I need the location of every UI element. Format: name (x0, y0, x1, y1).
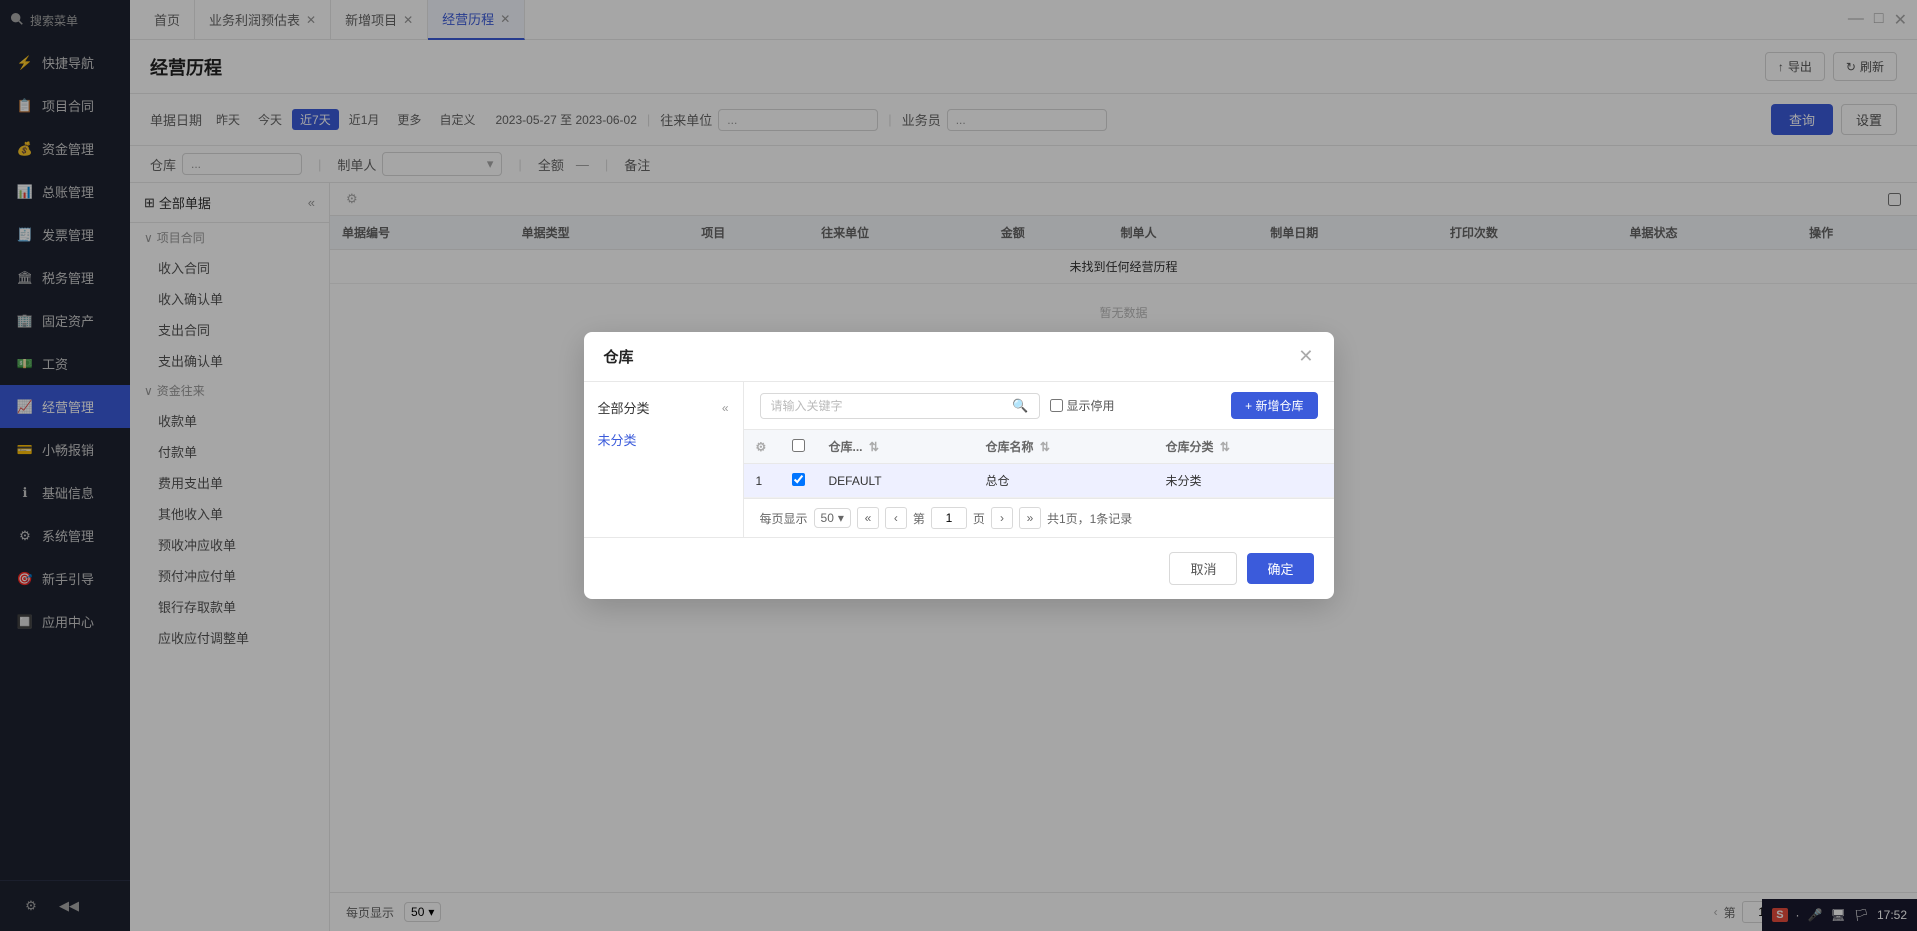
modal-first-btn[interactable]: « (857, 507, 879, 529)
cancel-button[interactable]: 取消 (1169, 552, 1237, 585)
sort-category-icon[interactable]: ⇅ (1220, 440, 1230, 454)
modal-sidebar-uncategorized[interactable]: 未分类 (584, 423, 743, 456)
modal-title: 仓库 (604, 346, 634, 367)
modal-header: 仓库 ✕ (584, 332, 1334, 382)
show-disabled-checkbox[interactable] (1050, 399, 1063, 412)
sort-name-icon[interactable]: ⇅ (1040, 440, 1050, 454)
col-check (780, 430, 817, 464)
modal-table-container: ⚙ 仓库... ⇅ 仓库名称 (744, 430, 1334, 498)
modal-toolbar: 🔍 显示停用 + 新增仓库 (744, 382, 1334, 430)
row-name: 总仓 (974, 464, 1154, 498)
modal-close-button[interactable]: ✕ (1298, 346, 1313, 367)
modal-search-box[interactable]: 🔍 (760, 393, 1040, 419)
modal-page-suffix: 页 (973, 510, 985, 527)
col-warehouse-name: 仓库名称 ⇅ (974, 430, 1154, 464)
modal-main: 🔍 显示停用 + 新增仓库 ⚙ (744, 382, 1334, 537)
modal-sidebar: 全部分类 « 未分类 (584, 382, 744, 537)
modal-page-size-select[interactable]: 50 ▾ (814, 508, 851, 528)
modal-page-word: 第 (913, 510, 925, 527)
modal-next-btn[interactable]: › (991, 507, 1013, 529)
row-checkbox-cell (780, 464, 817, 498)
add-warehouse-button[interactable]: + 新增仓库 (1231, 392, 1317, 419)
modal-page-input[interactable] (931, 507, 967, 529)
all-category-label: 全部分类 (598, 398, 650, 417)
modal-search-icon: 🔍 (1012, 398, 1028, 414)
table-gear-icon[interactable]: ⚙ (756, 440, 767, 454)
modal-prev-btn[interactable]: ‹ (885, 507, 907, 529)
show-disabled-label: 显示停用 (1050, 397, 1115, 414)
modal-collapse-icon[interactable]: « (722, 401, 729, 415)
col-warehouse-category: 仓库分类 ⇅ (1153, 430, 1333, 464)
modal-overlay[interactable]: 仓库 ✕ 全部分类 « 未分类 🔍 (0, 0, 1917, 931)
row-num: 1 (744, 464, 780, 498)
modal-search-input[interactable] (771, 399, 1009, 413)
modal-select-all[interactable] (792, 439, 805, 452)
modal-table: ⚙ 仓库... ⇅ 仓库名称 (744, 430, 1334, 498)
modal-pagination: 每页显示 50 ▾ « ‹ 第 页 › » 共1页，1条记录 (760, 507, 1133, 529)
modal-size-arrow: ▾ (838, 511, 844, 525)
row-code: DEFAULT (817, 464, 974, 498)
confirm-button[interactable]: 确定 (1247, 553, 1313, 584)
row-category: 未分类 (1153, 464, 1333, 498)
modal-warehouse: 仓库 ✕ 全部分类 « 未分类 🔍 (584, 332, 1334, 599)
col-warehouse-code: 仓库... ⇅ (817, 430, 974, 464)
modal-last-btn[interactable]: » (1019, 507, 1041, 529)
modal-sidebar-all[interactable]: 全部分类 « (584, 392, 743, 423)
modal-body: 全部分类 « 未分类 🔍 显示停用 + 新增仓库 (584, 382, 1334, 537)
modal-table-row[interactable]: 1 DEFAULT 总仓 未分类 (744, 464, 1334, 498)
col-settings: ⚙ (744, 430, 780, 464)
row-checkbox[interactable] (792, 473, 805, 486)
modal-footer-bar: 每页显示 50 ▾ « ‹ 第 页 › » 共1页，1条记录 (744, 498, 1334, 537)
modal-actions: 取消 确定 (584, 537, 1334, 599)
modal-total: 共1页，1条记录 (1047, 510, 1132, 527)
modal-per-page-label: 每页显示 (760, 510, 808, 527)
sort-code-icon[interactable]: ⇅ (869, 440, 879, 454)
